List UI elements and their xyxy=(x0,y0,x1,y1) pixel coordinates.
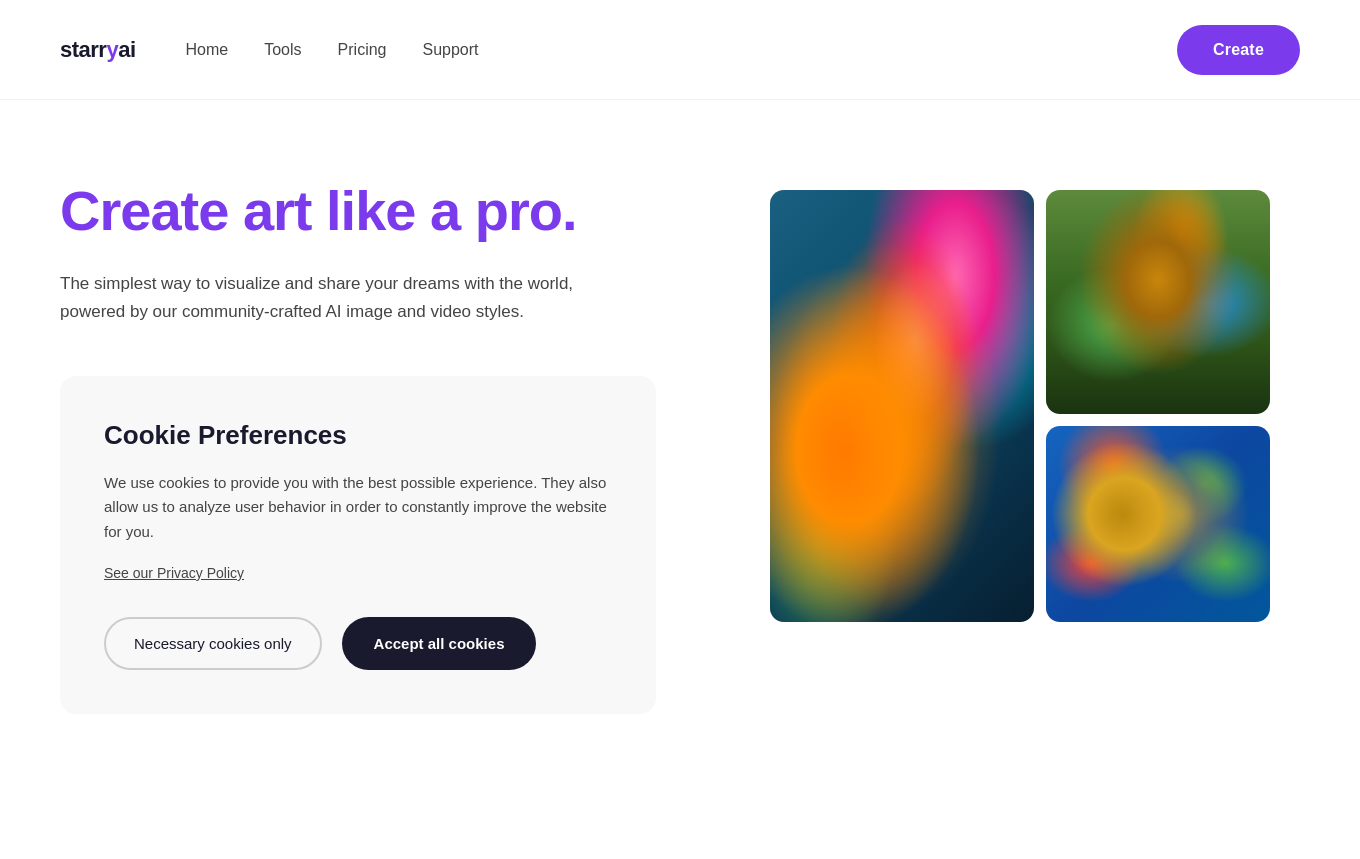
nav-item-tools[interactable]: Tools xyxy=(264,41,301,59)
cookie-modal-title: Cookie Preferences xyxy=(104,420,612,451)
logo[interactable]: starryai xyxy=(60,37,136,63)
cookie-buttons: Necessary cookies only Accept all cookie… xyxy=(104,617,612,670)
cookie-modal-description: We use cookies to provide you with the b… xyxy=(104,471,612,545)
clock-art xyxy=(1046,426,1270,622)
create-button[interactable]: Create xyxy=(1177,25,1300,75)
bird-image xyxy=(1046,190,1270,414)
logo-text: starryai xyxy=(60,37,136,63)
bird-art xyxy=(1046,190,1270,414)
main-nav: Home Tools Pricing Support xyxy=(186,41,479,59)
accept-all-cookies-button[interactable]: Accept all cookies xyxy=(342,617,537,670)
tiger-image xyxy=(770,190,1034,622)
right-section xyxy=(740,180,1300,622)
nav-item-support[interactable]: Support xyxy=(422,41,478,59)
necessary-cookies-button[interactable]: Necessary cookies only xyxy=(104,617,322,670)
cookie-modal: Cookie Preferences We use cookies to pro… xyxy=(60,376,656,714)
header-left: starryai Home Tools Pricing Support xyxy=(60,37,479,63)
nav-item-home[interactable]: Home xyxy=(186,41,229,59)
main-content: Create art like a pro. The simplest way … xyxy=(0,100,1360,774)
hero-subtitle: The simplest way to visualize and share … xyxy=(60,270,620,326)
left-section: Create art like a pro. The simplest way … xyxy=(60,180,680,714)
image-grid xyxy=(770,190,1270,622)
privacy-policy-link[interactable]: See our Privacy Policy xyxy=(104,565,612,581)
clock-image xyxy=(1046,426,1270,622)
hero-title: Create art like a pro. xyxy=(60,180,680,242)
nav-item-pricing[interactable]: Pricing xyxy=(338,41,387,59)
header: starryai Home Tools Pricing Support Crea… xyxy=(0,0,1360,100)
tiger-art xyxy=(770,190,1034,622)
